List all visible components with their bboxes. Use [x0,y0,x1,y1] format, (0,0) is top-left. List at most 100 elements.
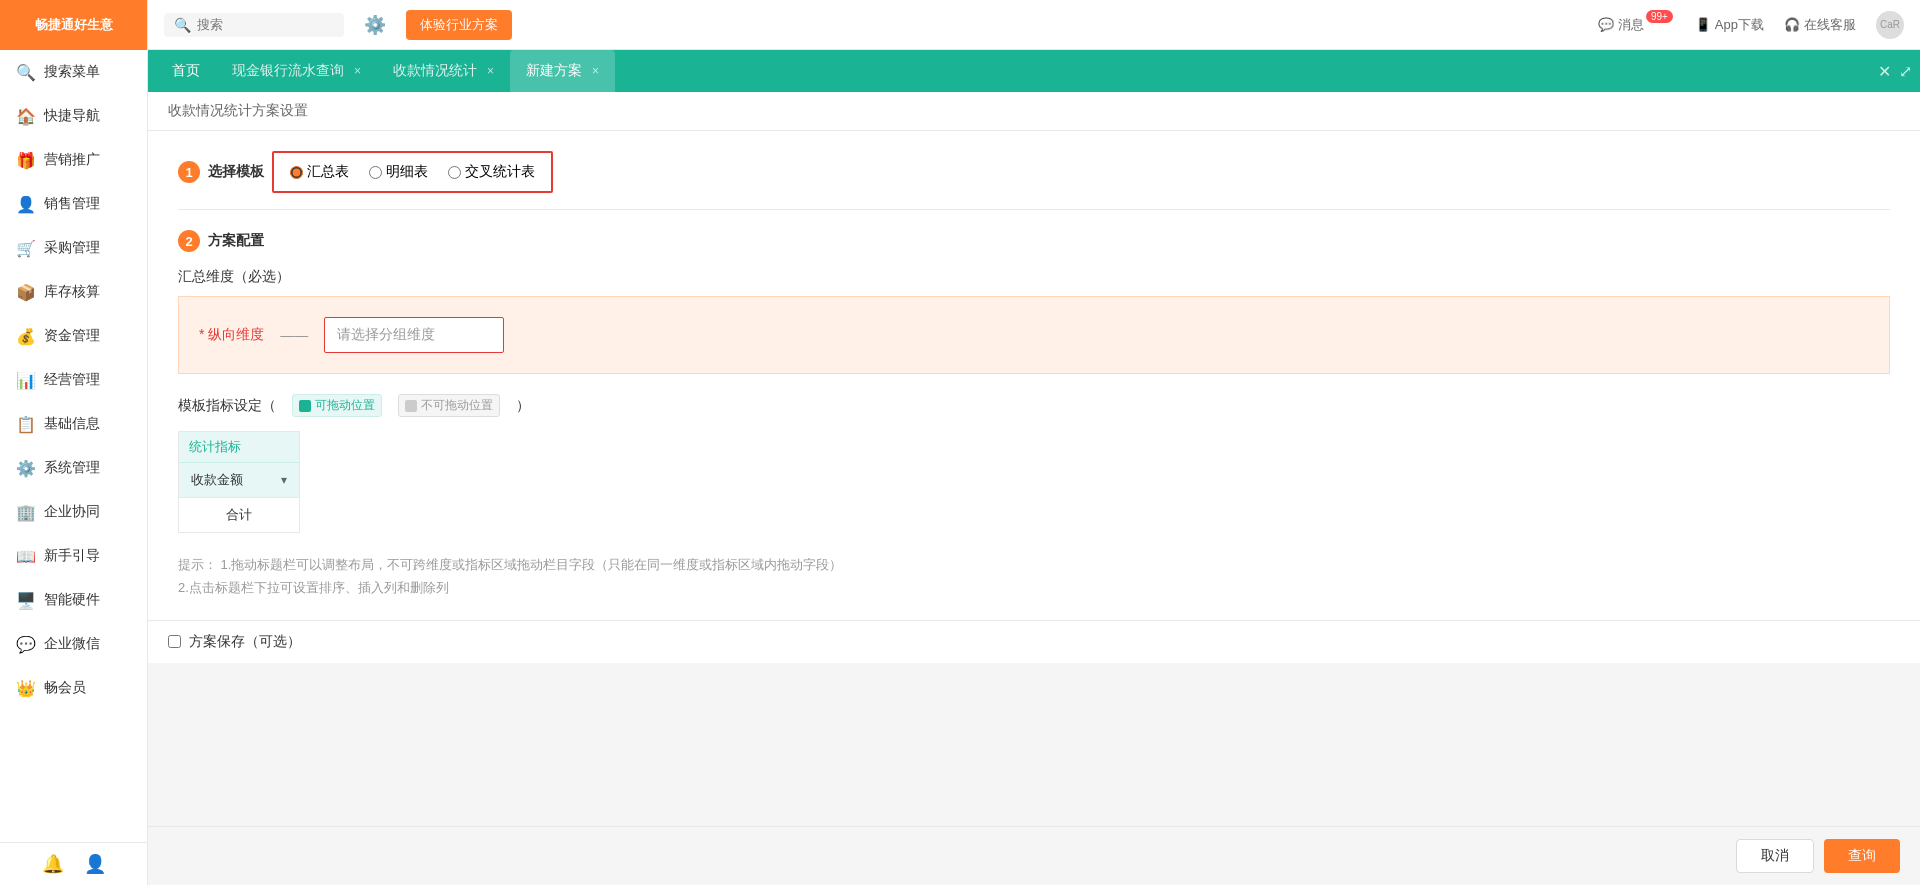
indicators-config-label: 模板指标设定（ [178,397,276,415]
search-icon: 🔍 [174,17,191,33]
sidebar-icon-sales: 👤 [16,194,36,214]
sidebar-label-sales: 销售管理 [44,195,100,213]
radio-detail-label: 明细表 [386,163,428,181]
content-area: 收款情况统计方案设置 1 选择模板 汇总表 明细表 [148,92,1920,826]
dim-arrow: —— [280,327,308,343]
sidebar-label-nav: 快捷导航 [44,107,100,125]
stats-header-label: 统计指标 [179,432,299,463]
sidebar-item-enterprise[interactable]: 🏢 企业协同 [0,490,147,534]
notification-icon: 💬 [1598,17,1614,32]
sidebar-label-system: 系统管理 [44,459,100,477]
tab-bank-label: 现金银行流水查询 [232,62,344,80]
action-bar: 取消 查询 [148,826,1920,885]
download-icon: 📱 [1695,17,1711,32]
stats-table-row: 合计 [179,497,299,532]
sidebar-icon-inventory: 📦 [16,282,36,302]
radio-cross-label: 交叉统计表 [465,163,535,181]
sidebar-label-marketing: 营销推广 [44,151,100,169]
topbar: 🔍 ⚙️ 体验行业方案 💬 消息 99+ 📱 App下载 🎧 在线客服 CaR [148,0,1920,50]
radio-cross[interactable]: 交叉统计表 [448,163,535,181]
tabbar-actions: ✕ ⤢ [1878,62,1912,81]
sidebar-icon-nav: 🏠 [16,106,36,126]
section2: 2 方案配置 汇总维度（必选） * 纵向维度 —— 请选择分组维度 [178,230,1890,600]
search-box[interactable]: 🔍 [164,13,344,37]
form-card: 1 选择模板 汇总表 明细表 交叉统计表 [148,131,1920,620]
stats-table-item[interactable]: 收款金额 ▾ [179,463,299,497]
section1-header: 1 选择模板 汇总表 明细表 交叉统计表 [178,151,1890,193]
sidebar: 畅捷通好生意 🔍搜索菜单🏠快捷导航🎁营销推广👤销售管理🛒采购管理📦库存核算💰资金… [0,0,148,885]
tab-close-all-icon[interactable]: ✕ [1878,62,1891,81]
sidebar-item-system[interactable]: ⚙️系统管理 [0,446,147,490]
tab-bank[interactable]: 现金银行流水查询 × [216,50,377,92]
query-button[interactable]: 查询 [1824,839,1900,873]
tab-home[interactable]: 首页 [156,50,216,92]
sidebar-item-finance[interactable]: 💰资金管理 [0,314,147,358]
gear-icon[interactable]: ⚙️ [364,14,386,36]
sidebar-icon-search: 🔍 [16,62,36,82]
section2-header: 2 方案配置 [178,230,1890,252]
draggable-tag: 可拖动位置 [292,394,382,417]
tab-expand-icon[interactable]: ⤢ [1899,62,1912,81]
sidebar-label-member: 畅会员 [44,679,86,697]
dropdown-icon[interactable]: ▾ [281,473,287,487]
search-input[interactable] [197,17,337,32]
non-draggable-tag: 不可拖动位置 [398,394,500,417]
sidebar-icon-operations: 📊 [16,370,36,390]
sidebar-label-base: 基础信息 [44,415,100,433]
template-options: 汇总表 明细表 交叉统计表 [272,151,553,193]
tabbar: 首页 现金银行流水查询 × 收款情况统计 × 新建方案 × ✕ ⤢ [148,50,1920,92]
sidebar-label-finance: 资金管理 [44,327,100,345]
sidebar-label-search: 搜索菜单 [44,63,100,81]
tips-section: 提示： 1.拖动标题栏可以调整布局，不可跨维度或指标区域拖动栏目字段（只能在同一… [178,553,1890,600]
sidebar-icon-hardware: 🖥️ [16,590,36,610]
summary-dim-label: 汇总维度（必选） [178,268,1890,286]
tab-collection-label: 收款情况统计 [393,62,477,80]
sidebar-item-base[interactable]: 📋基础信息 [0,402,147,446]
tip-1: 提示： 1.拖动标题栏可以调整布局，不可跨维度或指标区域拖动栏目字段（只能在同一… [178,553,1890,576]
sidebar-item-sales[interactable]: 👤 销售管理 [0,182,147,226]
sidebar-icon-2[interactable]: 👤 [84,853,106,875]
tab-new[interactable]: 新建方案 × [510,50,615,92]
tab-collection[interactable]: 收款情况统计 × [377,50,510,92]
sidebar-label-hardware: 智能硬件 [44,591,100,609]
notification-item[interactable]: 💬 消息 99+ [1598,16,1675,34]
tab-collection-close[interactable]: × [487,64,494,78]
sidebar-icon-1[interactable]: 🔔 [42,853,64,875]
industry-btn[interactable]: 体验行业方案 [406,10,512,40]
radio-summary[interactable]: 汇总表 [290,163,349,181]
radio-cross-input[interactable] [448,166,461,179]
notification-badge: 99+ [1646,10,1673,23]
download-item[interactable]: 📱 App下载 [1695,16,1764,34]
radio-summary-input[interactable] [290,166,303,179]
main-area: 🔍 ⚙️ 体验行业方案 💬 消息 99+ 📱 App下载 🎧 在线客服 CaR [148,0,1920,885]
section2-num: 2 [178,230,200,252]
avatar[interactable]: CaR [1876,11,1904,39]
sidebar-item-marketing[interactable]: 🎁营销推广 [0,138,147,182]
sidebar-item-inventory[interactable]: 📦库存核算 [0,270,147,314]
sidebar-item-search[interactable]: 🔍 搜索菜单 [0,50,147,94]
tab-new-close[interactable]: × [592,64,599,78]
cancel-button[interactable]: 取消 [1736,839,1814,873]
sidebar-item-member[interactable]: 👑畅会员 [0,666,147,710]
section2-title: 方案配置 [208,232,264,250]
sidebar-item-purchase[interactable]: 🛒采购管理 [0,226,147,270]
tab-bank-close[interactable]: × [354,64,361,78]
sidebar-item-guide[interactable]: 📖新手引导 [0,534,147,578]
sidebar-item-operations[interactable]: 📊经营管理 [0,358,147,402]
sidebar-item-hardware[interactable]: 🖥️ 智能硬件 [0,578,147,622]
section1-num: 1 [178,161,200,183]
radio-detail-input[interactable] [369,166,382,179]
sidebar-icon-enterprise: 🏢 [16,502,36,522]
sidebar-icon-guide: 📖 [16,546,36,566]
sidebar-label-enterprise: 企业协同 [44,503,100,521]
service-item[interactable]: 🎧 在线客服 [1784,16,1856,34]
dim-select[interactable]: 请选择分组维度 [324,317,504,353]
page-header: 收款情况统计方案设置 [148,92,1920,131]
service-label: 在线客服 [1804,16,1856,34]
tip-2: 2.点击标题栏下拉可设置排序、插入列和删除列 [178,576,1890,599]
sidebar-item-wechat[interactable]: 💬企业微信 [0,622,147,666]
indicators-section: 模板指标设定（ 可拖动位置 不可拖动位置 ） 统计指标 [178,394,1890,533]
save-checkbox[interactable] [168,635,181,648]
radio-detail[interactable]: 明细表 [369,163,428,181]
sidebar-item-nav[interactable]: 🏠 快捷导航 [0,94,147,138]
